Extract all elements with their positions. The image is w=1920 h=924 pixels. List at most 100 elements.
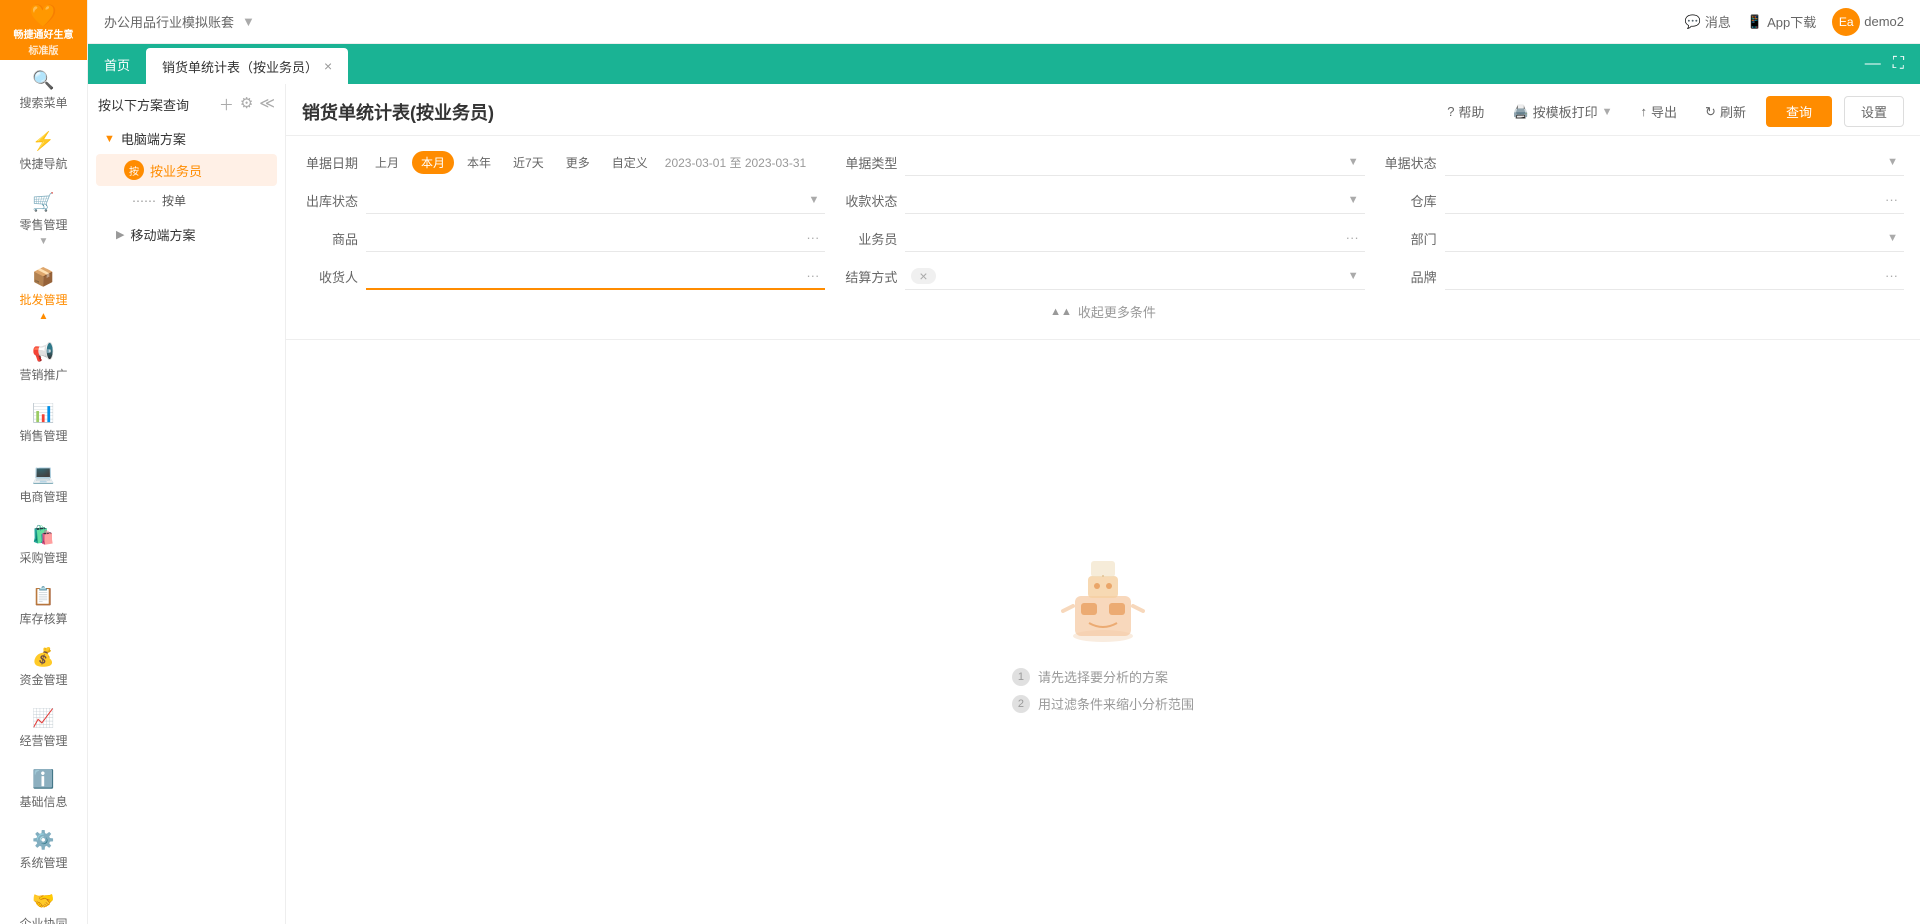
payment-status-select[interactable]: ▼: [905, 186, 1364, 214]
sidebar-item-quicknav[interactable]: ⚡ 快捷导航: [0, 121, 87, 182]
inventory-icon: 📋: [32, 586, 54, 607]
refresh-label: 刷新: [1720, 102, 1746, 121]
date-options: 上月 本月 本年 近7天 更多 自定义 2023-03-01 至 2023-03…: [366, 151, 825, 174]
sidebar-item-purchase[interactable]: 🛍️ 采购管理: [0, 515, 87, 576]
app-name: 畅捷通好生意: [14, 29, 74, 42]
user-profile[interactable]: Ea demo2: [1832, 8, 1904, 36]
payment-method-label: 结算方式: [841, 267, 897, 286]
marketing-icon: 📢: [32, 342, 54, 363]
warehouse-ellipsis: ···: [1885, 192, 1898, 207]
sidebar-item-wholesale[interactable]: 📦 批发管理 ▲: [0, 257, 87, 332]
sidebar-item-finance[interactable]: 💰 资金管理: [0, 637, 87, 698]
filter-row-4: 收货人 ··· 结算方式 × ▼: [302, 262, 1904, 290]
tag-close[interactable]: ×: [919, 269, 927, 283]
help-btn[interactable]: ? 帮助: [1439, 98, 1492, 125]
payment-method-select[interactable]: × ▼: [905, 262, 1364, 290]
date-btn-more[interactable]: 更多: [557, 151, 599, 174]
bill-type-select[interactable]: ▼: [905, 148, 1364, 176]
sidebar-item-sales[interactable]: 📊 销售管理: [0, 393, 87, 454]
refresh-btn[interactable]: ↻ 刷新: [1697, 98, 1754, 125]
sidebar-item-marketing[interactable]: 📢 营销推广: [0, 332, 87, 393]
right-panel: 销货单统计表(按业务员) ? 帮助 🖨️ 按模板打印 ▼ ↑ 导出: [286, 84, 1920, 924]
purchase-icon: 🛍️: [32, 525, 54, 546]
outstock-status-field: 出库状态 ▼: [302, 186, 825, 214]
app-download-action[interactable]: 📱 App下载: [1747, 12, 1816, 31]
tab-close-icon[interactable]: ×: [324, 58, 332, 74]
tree-mobile-arrow: ▶: [116, 228, 124, 241]
bill-type-label: 单据类型: [841, 153, 897, 172]
tree-group-mobile-label: 移动端方案: [130, 225, 195, 244]
tree-item-by-salesperson-label: 按业务员: [150, 161, 202, 180]
filter-row-1: 单据日期 上月 本月 本年 近7天 更多 自定义 2023-03-01 至 20…: [302, 148, 1904, 176]
brand-ellipsis: ···: [1885, 268, 1898, 283]
tab-minimize-icon[interactable]: —: [1865, 55, 1881, 73]
tab-home[interactable]: 首页: [88, 44, 146, 84]
sidebar-item-system[interactable]: ⚙️ 系统管理: [0, 820, 87, 881]
export-btn[interactable]: ↑ 导出: [1633, 98, 1686, 125]
subitem-dots-icon: ⋯⋯: [132, 194, 156, 208]
date-btn-thismonth[interactable]: 本月: [412, 151, 454, 174]
basic-icon: ℹ️: [32, 769, 54, 790]
collab-icon: 🤝: [32, 891, 54, 912]
brand-select[interactable]: ···: [1445, 262, 1904, 290]
salesperson-select[interactable]: ···: [905, 224, 1364, 252]
tree-subitem-by-order[interactable]: ⋯⋯ 按单: [96, 186, 277, 215]
sidebar-item-basic[interactable]: ℹ️ 基础信息: [0, 759, 87, 820]
bill-status-label: 单据状态: [1381, 153, 1437, 172]
print-btn[interactable]: 🖨️ 按模板打印 ▼: [1504, 98, 1620, 125]
filter-row-2: 出库状态 ▼ 收款状态 ▼ 仓库: [302, 186, 1904, 214]
edit-scheme-icon[interactable]: ⚙: [240, 94, 253, 115]
goods-ellipsis: ···: [806, 230, 819, 245]
sidebar-item-ecommerce[interactable]: 💻 电商管理: [0, 454, 87, 515]
top-actions: 💬 消息 📱 App下载 Ea demo2: [1685, 8, 1904, 36]
system-icon: ⚙️: [32, 830, 54, 851]
tree-item-by-salesperson[interactable]: 按 按业务员: [96, 154, 277, 186]
date-btn-7days[interactable]: 近7天: [504, 151, 553, 174]
sales-icon: 📊: [32, 403, 54, 424]
add-scheme-icon[interactable]: ＋: [219, 94, 234, 115]
receiver-label: 收货人: [302, 267, 358, 286]
tab-salereport[interactable]: 销货单统计表（按业务员） ×: [146, 48, 348, 84]
sidebar-item-inventory[interactable]: 📋 库存核算: [0, 576, 87, 637]
tab-maximize-icon[interactable]: ⛶: [1893, 55, 1904, 73]
query-button[interactable]: 查询: [1766, 96, 1832, 127]
settings-button[interactable]: 设置: [1844, 96, 1904, 127]
date-btn-thisyear[interactable]: 本年: [458, 151, 500, 174]
by-salesperson-icon: 按: [124, 160, 144, 180]
payment-method-tag: ×: [911, 268, 935, 284]
left-panel: 按以下方案查询 ＋ ⚙ ≪ ▼ 电脑端方案 按 按业务员: [88, 84, 286, 924]
bill-type-field: 单据类型 ▼: [841, 148, 1364, 176]
dept-select[interactable]: ▼: [1445, 224, 1904, 252]
help-label: 帮助: [1458, 102, 1484, 121]
sidebar-item-retail[interactable]: 🛒 零售管理 ▼: [0, 182, 87, 257]
page-title: 销货单统计表(按业务员): [302, 99, 494, 125]
date-btn-custom[interactable]: 自定义: [603, 151, 657, 174]
date-range-text: 2023-03-01 至 2023-03-31: [665, 154, 806, 171]
goods-select[interactable]: ···: [366, 224, 825, 252]
bill-status-field: 单据状态 ▼: [1381, 148, 1904, 176]
message-action[interactable]: 💬 消息: [1685, 12, 1731, 31]
outstock-status-select[interactable]: ▼: [366, 186, 825, 214]
collapse-panel-icon[interactable]: ≪: [259, 94, 275, 115]
warehouse-select[interactable]: ···: [1445, 186, 1904, 214]
tree-group-mobile-header[interactable]: ▶ 移动端方案: [96, 219, 277, 250]
wholesale-arrow: ▲: [39, 311, 49, 322]
tree-subitem-by-order-label: 按单: [162, 192, 186, 209]
collapse-label: 收起更多条件: [1078, 302, 1156, 321]
app-download-label: App下载: [1767, 12, 1816, 31]
sidebar-item-collab[interactable]: 🤝 企业协同: [0, 881, 87, 924]
date-btn-lastmonth[interactable]: 上月: [366, 151, 408, 174]
payment-status-field: 收款状态 ▼: [841, 186, 1364, 214]
tree-group-desktop-header[interactable]: ▼ 电脑端方案: [96, 123, 277, 154]
collapse-btn[interactable]: ▲▲ 收起更多条件: [302, 296, 1904, 327]
sidebar-item-search[interactable]: 🔍 搜索菜单: [0, 60, 87, 121]
top-header: 办公用品行业模拟账套 ▼ 💬 消息 📱 App下载 Ea demo2: [88, 0, 1920, 44]
sidebar-item-management[interactable]: 📈 经营管理: [0, 698, 87, 759]
receiver-input[interactable]: ···: [366, 262, 825, 290]
bill-status-select[interactable]: ▼: [1445, 148, 1904, 176]
finance-icon: 💰: [32, 647, 54, 668]
tip-num-1: 1: [1012, 668, 1030, 686]
dept-field: 部门 ▼: [1381, 224, 1904, 252]
bill-type-arrow: ▼: [1348, 156, 1359, 168]
export-icon: ↑: [1641, 104, 1648, 119]
